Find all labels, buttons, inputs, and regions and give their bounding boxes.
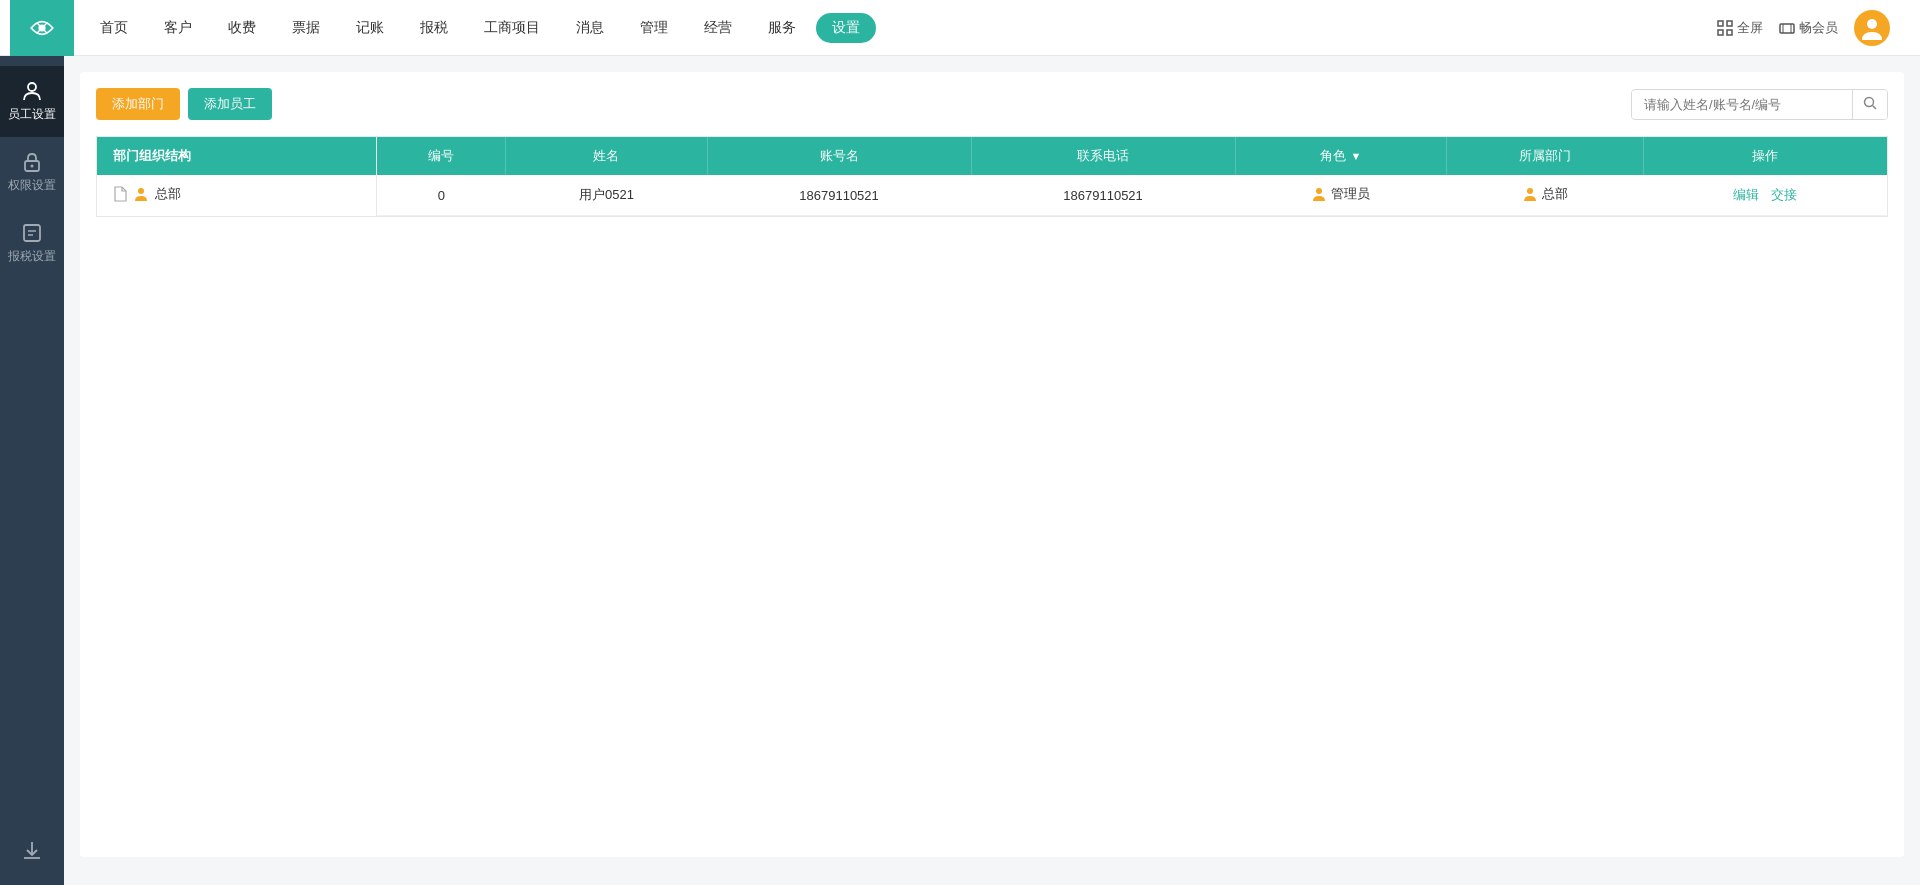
vip-icon: [1779, 20, 1795, 36]
sidebar-label-permission: 权限设置: [8, 177, 56, 194]
add-emp-button[interactable]: 添加员工: [188, 88, 272, 120]
nav-menu: 首页客户收费票据记账报税工商项目消息管理经营服务设置: [84, 13, 1717, 43]
top-navigation: 首页客户收费票据记账报税工商项目消息管理经营服务设置 全屏 畅会员: [0, 0, 1920, 56]
tax-icon: [21, 222, 43, 244]
sidebar-label-employee: 员工设置: [8, 106, 56, 123]
table-row: 0 用户0521 18679110521 18679110521 管理员: [377, 175, 1887, 216]
role-filter-icon[interactable]: ▼: [1350, 150, 1361, 162]
svg-rect-5: [1780, 24, 1794, 33]
dept-tree-header: 部门组织结构: [97, 137, 376, 175]
col-header-name: 姓名: [506, 137, 707, 175]
search-icon: [1863, 96, 1877, 110]
employee-icon: [21, 80, 43, 102]
svg-rect-12: [24, 225, 40, 241]
nav-item-记账[interactable]: 记账: [340, 13, 400, 43]
col-header-id: 编号: [377, 137, 506, 175]
nav-item-收费[interactable]: 收费: [212, 13, 272, 43]
download-icon: [21, 839, 43, 861]
svg-point-9: [28, 83, 36, 91]
sidebar-label-tax: 报税设置: [8, 248, 56, 265]
nav-item-管理[interactable]: 管理: [624, 13, 684, 43]
cell-account: 18679110521: [707, 175, 971, 216]
cell-actions: 编辑 交接: [1643, 175, 1887, 216]
table-header-row: 编号 姓名 账号名 联系电话 角色 ▼ 所属部门 操作: [377, 137, 1887, 175]
svg-rect-3: [1718, 30, 1723, 35]
nav-item-消息[interactable]: 消息: [560, 13, 620, 43]
svg-rect-2: [1727, 21, 1732, 26]
nav-item-报税[interactable]: 报税: [404, 13, 464, 43]
svg-point-8: [1867, 19, 1877, 29]
nav-item-服务[interactable]: 服务: [752, 13, 812, 43]
svg-line-17: [1873, 105, 1877, 109]
svg-point-16: [1865, 97, 1874, 106]
col-header-dept: 所属部门: [1447, 137, 1643, 175]
fullscreen-icon: [1717, 20, 1733, 36]
sidebar-item-download[interactable]: [0, 825, 64, 875]
svg-point-19: [1316, 188, 1322, 194]
cell-phone: 18679110521: [971, 175, 1235, 216]
search-box: [1631, 89, 1888, 120]
nav-item-票据[interactable]: 票据: [276, 13, 336, 43]
page-container: 添加部门 添加员工 部门组织结构: [80, 72, 1904, 857]
col-header-action: 操作: [1643, 137, 1887, 175]
sidebar-item-permission[interactable]: 权限设置: [0, 137, 64, 208]
role-person-icon: [1311, 186, 1327, 202]
svg-rect-4: [1727, 30, 1732, 35]
svg-point-18: [138, 188, 144, 194]
fullscreen-label: 全屏: [1737, 19, 1763, 37]
nav-item-工商项目[interactable]: 工商项目: [468, 13, 556, 43]
dept-file-icon: [113, 186, 127, 202]
nav-item-经营[interactable]: 经营: [688, 13, 748, 43]
cell-role: 管理员: [1235, 175, 1447, 216]
dept-tree: 部门组织结构 总部: [97, 137, 377, 216]
dept-tree-item-general[interactable]: 总部: [97, 175, 376, 213]
main-content: 添加部门 添加员工 部门组织结构: [64, 56, 1920, 885]
svg-rect-1: [1718, 21, 1723, 26]
search-input[interactable]: [1632, 91, 1852, 118]
cell-name: 用户0521: [506, 175, 707, 216]
action-edit[interactable]: 编辑: [1733, 187, 1759, 202]
dept-person-icon: [133, 186, 149, 202]
col-header-role: 角色 ▼: [1235, 137, 1447, 175]
vip-button[interactable]: 畅会员: [1779, 19, 1838, 37]
cell-id: 0: [377, 175, 506, 216]
col-header-phone: 联系电话: [971, 137, 1235, 175]
nav-right-area: 全屏 畅会员: [1717, 10, 1890, 46]
user-avatar[interactable]: [1854, 10, 1890, 46]
svg-point-11: [31, 165, 34, 168]
action-transfer[interactable]: 交接: [1771, 187, 1797, 202]
logo: [10, 0, 74, 56]
search-button[interactable]: [1852, 90, 1887, 119]
toolbar: 添加部门 添加员工: [96, 88, 1888, 120]
content-area: 部门组织结构 总部: [96, 136, 1888, 217]
nav-item-首页[interactable]: 首页: [84, 13, 144, 43]
lock-icon: [21, 151, 43, 173]
col-header-account: 账号名: [707, 137, 971, 175]
sidebar-item-tax[interactable]: 报税设置: [0, 208, 64, 279]
dept-person-small-icon: [1522, 186, 1538, 202]
dept-tree-item-label: 总部: [155, 185, 181, 203]
fullscreen-button[interactable]: 全屏: [1717, 19, 1763, 37]
svg-point-20: [1527, 188, 1533, 194]
nav-item-客户[interactable]: 客户: [148, 13, 208, 43]
vip-label: 畅会员: [1799, 19, 1838, 37]
sidebar-item-employee[interactable]: 员工设置: [0, 66, 64, 137]
nav-item-设置[interactable]: 设置: [816, 13, 876, 43]
add-dept-button[interactable]: 添加部门: [96, 88, 180, 120]
cell-dept: 总部: [1447, 175, 1643, 216]
employee-table: 编号 姓名 账号名 联系电话 角色 ▼ 所属部门 操作: [377, 137, 1887, 216]
sidebar: 员工设置 权限设置 报税设置: [0, 56, 64, 885]
